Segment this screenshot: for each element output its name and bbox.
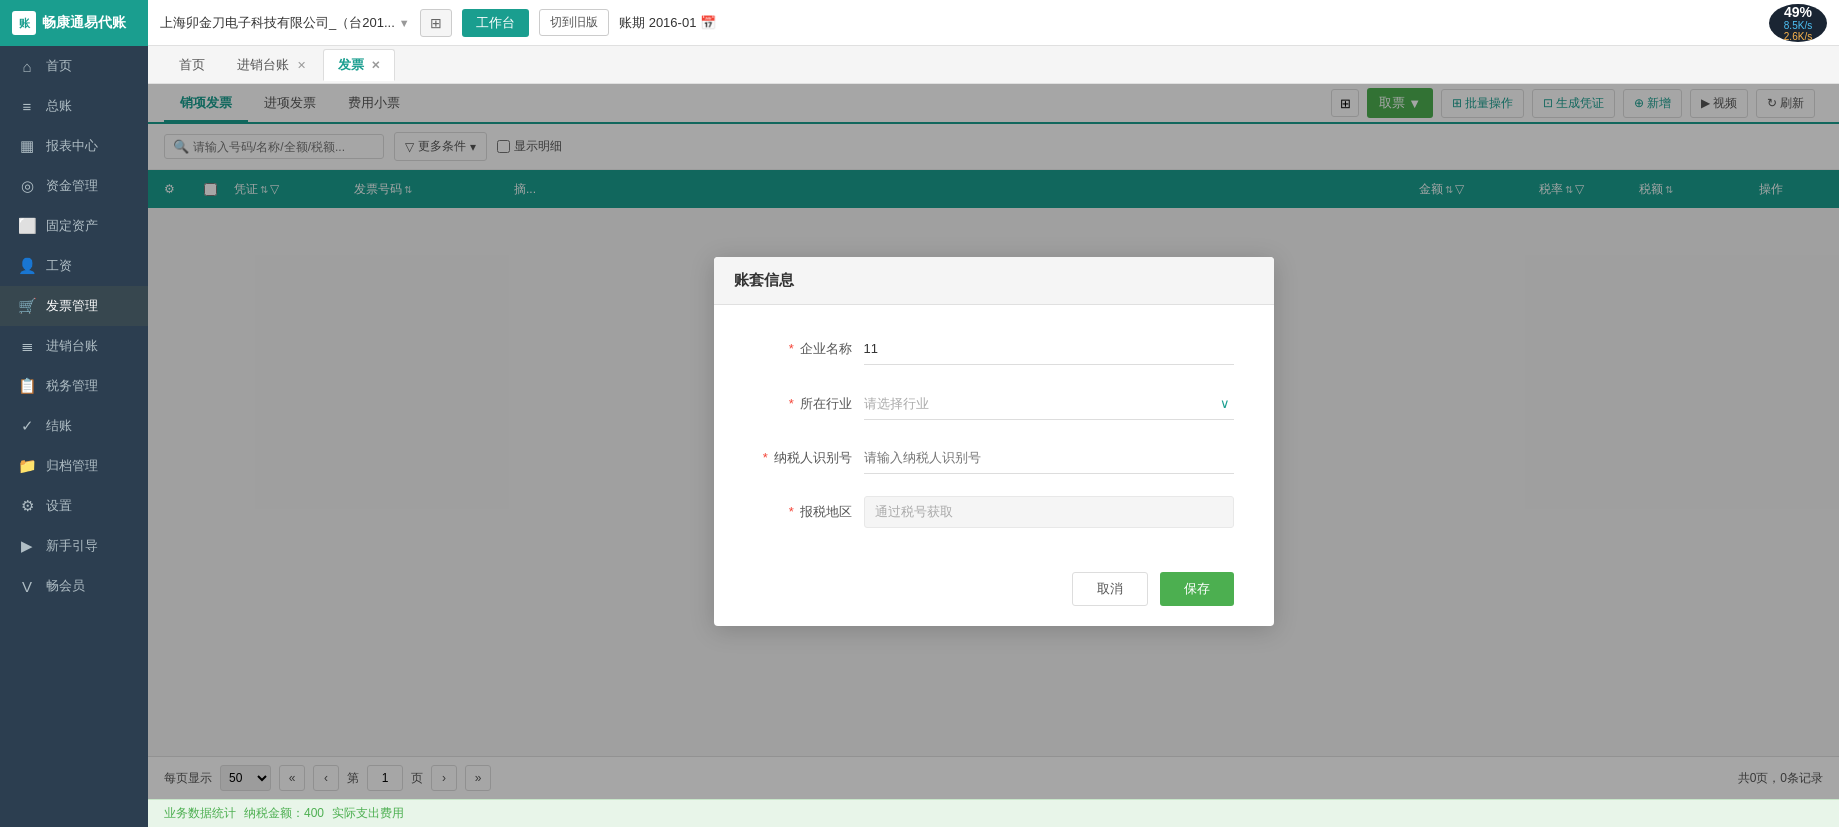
company-name-input[interactable] (864, 333, 1234, 365)
cancel-button[interactable]: 取消 (1072, 572, 1148, 606)
tab-invoice[interactable]: 发票 ✕ (323, 49, 396, 81)
tab-invoice-close-icon[interactable]: ✕ (371, 59, 380, 71)
archive-btn-icon: ⊞ (430, 15, 442, 31)
workbench-button[interactable]: 工作台 (462, 9, 529, 37)
industry-select[interactable]: 请选择行业 (864, 387, 1234, 419)
period-label: 账期 (619, 14, 645, 32)
tab-purchase[interactable]: 进销台账 ✕ (222, 49, 321, 80)
sidebar-item-label: 设置 (46, 497, 72, 515)
sidebar-item-purchase[interactable]: ≣ 进销台账 (0, 326, 148, 366)
sidebar-item-label: 总账 (46, 97, 72, 115)
tax-region-label: * 报税地区 (754, 503, 864, 521)
sidebar-item-label: 首页 (46, 57, 72, 75)
sidebar-item-label: 资金管理 (46, 177, 98, 195)
period-display: 账期 2016-01 📅 (619, 14, 717, 32)
sidebar-item-invoice[interactable]: 🛒 发票管理 (0, 286, 148, 326)
sidebar-item-home[interactable]: ⌂ 首页 (0, 46, 148, 86)
period-value: 2016-01 (649, 15, 697, 30)
sidebar-item-reports[interactable]: ▦ 报表中心 (0, 126, 148, 166)
sidebar-item-assets[interactable]: ⬜ 固定资产 (0, 206, 148, 246)
salary-icon: 👤 (18, 257, 36, 275)
guide-icon: ▶ (18, 537, 36, 555)
network-percent: 49% (1784, 4, 1812, 20)
upload-speed: 8.5K/s (1784, 20, 1812, 31)
logo-icon: 账 (12, 11, 36, 35)
sidebar-item-label: 发票管理 (46, 297, 98, 315)
sidebar-item-tax[interactable]: 📋 税务管理 (0, 366, 148, 406)
sidebar-item-ledger[interactable]: ≡ 总账 (0, 86, 148, 126)
capital-icon: ◎ (18, 177, 36, 195)
sidebar-item-label: 新手引导 (46, 537, 98, 555)
sidebar-item-label: 畅会员 (46, 577, 85, 595)
page-content: 销项发票 进项发票 费用小票 ⊞ 取票 ▼ ⊞ 批量操作 ⊡ (148, 84, 1839, 799)
form-row-tax-region: * 报税地区 通过税号获取 (754, 496, 1234, 528)
sidebar-item-label: 结账 (46, 417, 72, 435)
purchase-icon: ≣ (18, 337, 36, 355)
company-name-label: * 企业名称 (754, 340, 864, 358)
sidebar-item-guide[interactable]: ▶ 新手引导 (0, 526, 148, 566)
sidebar: 账 畅康通易代账 ⌂ 首页 ≡ 总账 ▦ 报表中心 ◎ 资金管理 ⬜ 固定资产 … (0, 0, 148, 827)
sidebar-item-archive[interactable]: 📁 归档管理 (0, 446, 148, 486)
ledger-icon: ≡ (18, 98, 36, 115)
tab-purchase-close-icon[interactable]: ✕ (297, 59, 306, 71)
modal-account-info: 账套信息 * 企业名称 * 所在行业 (714, 257, 1274, 626)
network-status: 49% 8.5K/s 2.6K/s (1769, 4, 1827, 42)
archive-button[interactable]: ⊞ (420, 9, 452, 37)
industry-label: * 所在行业 (754, 395, 864, 413)
sidebar-item-label: 归档管理 (46, 457, 98, 475)
main-content: 上海卯金刀电子科技有限公司_（台201... ▼ ⊞ 工作台 切到旧版 账期 2… (148, 0, 1839, 827)
industry-select-wrap: 请选择行业 ∨ (864, 387, 1234, 420)
status-subtext: 纳税金额：400 (244, 805, 324, 822)
save-button[interactable]: 保存 (1160, 572, 1234, 606)
tax-region-display: 通过税号获取 (864, 496, 1234, 528)
form-row-industry: * 所在行业 请选择行业 ∨ (754, 387, 1234, 420)
sidebar-item-capital[interactable]: ◎ 资金管理 (0, 166, 148, 206)
logo-text: 畅康通易代账 (42, 14, 126, 32)
home-icon: ⌂ (18, 58, 36, 75)
invoice-icon: 🛒 (18, 297, 36, 315)
sidebar-item-settings[interactable]: ⚙ 设置 (0, 486, 148, 526)
sidebar-item-member[interactable]: V 畅会员 (0, 566, 148, 606)
network-speeds: 8.5K/s 2.6K/s (1784, 20, 1812, 42)
calendar-icon[interactable]: 📅 (700, 15, 716, 30)
company-selector[interactable]: 上海卯金刀电子科技有限公司_（台201... ▼ (160, 14, 410, 32)
member-icon: V (18, 578, 36, 595)
company-name: 上海卯金刀电子科技有限公司_（台201... (160, 14, 395, 32)
modal-title: 账套信息 (714, 257, 1274, 305)
checkout-icon: ✓ (18, 417, 36, 435)
settings-icon: ⚙ (18, 497, 36, 515)
assets-icon: ⬜ (18, 217, 36, 235)
sidebar-item-label: 报表中心 (46, 137, 98, 155)
reports-icon: ▦ (18, 137, 36, 155)
sidebar-item-checkout[interactable]: ✓ 结账 (0, 406, 148, 446)
tax-id-input[interactable] (864, 442, 1234, 474)
switch-old-button[interactable]: 切到旧版 (539, 9, 609, 36)
company-chevron-icon: ▼ (399, 17, 410, 29)
status-text: 业务数据统计 (164, 805, 236, 822)
sidebar-item-label: 固定资产 (46, 217, 98, 235)
status-bar: 业务数据统计 纳税金额：400 实际支出费用 (148, 799, 1839, 827)
status-extra: 实际支出费用 (332, 805, 404, 822)
topbar: 上海卯金刀电子科技有限公司_（台201... ▼ ⊞ 工作台 切到旧版 账期 2… (148, 0, 1839, 46)
modal-footer: 取消 保存 (714, 556, 1274, 626)
tax-icon: 📋 (18, 377, 36, 395)
sidebar-item-salary[interactable]: 👤 工资 (0, 246, 148, 286)
form-row-company-name: * 企业名称 (754, 333, 1234, 365)
modal-body: * 企业名称 * 所在行业 请选择行业 (714, 305, 1274, 556)
modal-overlay: 账套信息 * 企业名称 * 所在行业 (148, 84, 1839, 799)
tab-home[interactable]: 首页 (164, 49, 220, 80)
app-logo: 账 畅康通易代账 (0, 0, 148, 46)
form-row-tax-id: * 纳税人识别号 (754, 442, 1234, 474)
nav-tabs: 首页 进销台账 ✕ 发票 ✕ (148, 46, 1839, 84)
tax-id-label: * 纳税人识别号 (754, 449, 864, 467)
sidebar-item-label: 进销台账 (46, 337, 98, 355)
archive-icon: 📁 (18, 457, 36, 475)
sidebar-item-label: 工资 (46, 257, 72, 275)
sidebar-item-label: 税务管理 (46, 377, 98, 395)
download-speed: 2.6K/s (1784, 31, 1812, 42)
